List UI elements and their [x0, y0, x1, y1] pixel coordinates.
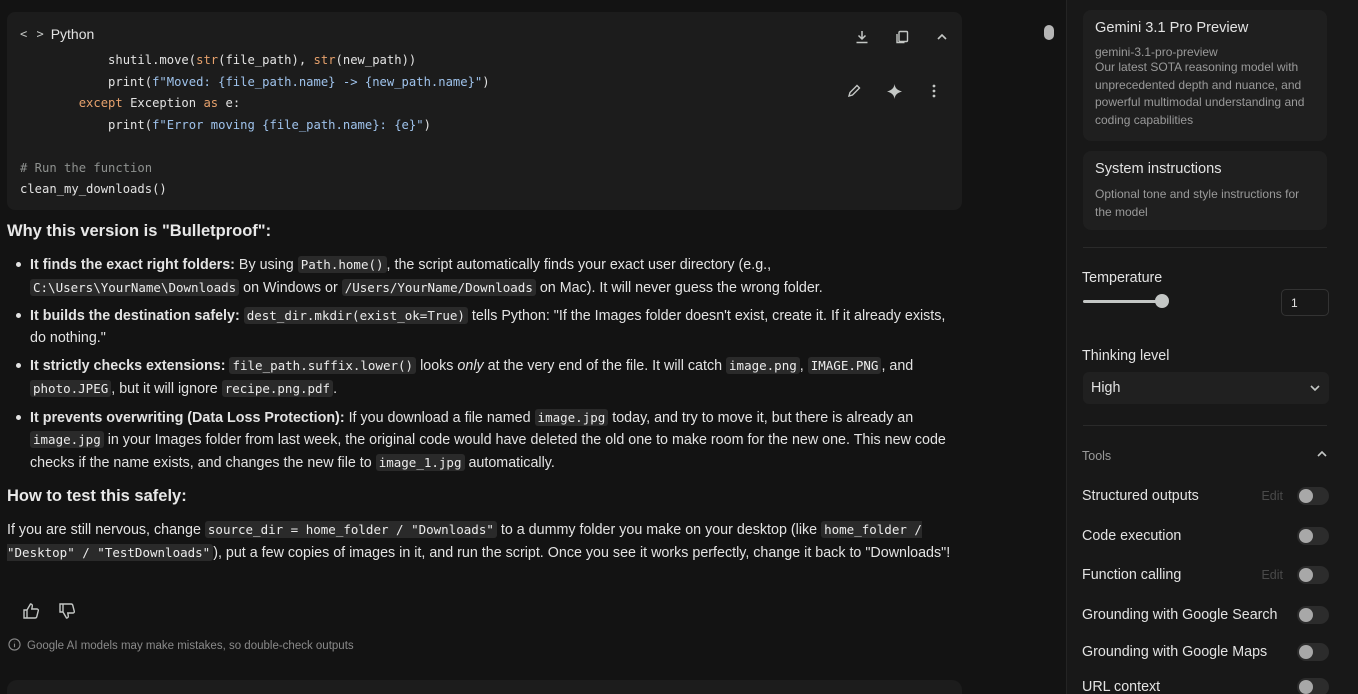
code-block: < > Python shutil.move(str(file_path), s…	[7, 12, 962, 210]
chevron-up-icon[interactable]	[1316, 448, 1328, 463]
chat-area: < > Python shutil.move(str(file_path), s…	[0, 0, 1040, 694]
thumbs-down-icon[interactable]	[56, 600, 78, 622]
edit-button[interactable]: Edit	[1261, 568, 1283, 582]
edit-button[interactable]: Edit	[1261, 489, 1283, 503]
code-tools	[834, 80, 954, 102]
list-item: It builds the destination safely: dest_d…	[7, 305, 962, 349]
structured-outputs-toggle[interactable]	[1297, 487, 1329, 505]
disclaimer: Google AI models may make mistakes, so d…	[8, 638, 354, 654]
tool-label: Grounding with Google Maps	[1082, 644, 1268, 660]
copy-icon[interactable]	[882, 26, 922, 48]
bullet-list: It finds the exact right folders: By usi…	[7, 254, 962, 474]
system-instructions-card[interactable]: System instructions Optional tone and st…	[1083, 151, 1327, 230]
tool-label: Code execution	[1082, 528, 1182, 544]
run-settings-panel: Gemini 3.1 Pro Preview gemini-3.1-pro-pr…	[1066, 0, 1358, 694]
heading-bulletproof: Why this version is "Bulletproof":	[7, 222, 272, 240]
disclaimer-text: Google AI models may make mistakes, so d…	[27, 640, 354, 652]
thinking-level-value: High	[1091, 380, 1121, 396]
thinking-level-label: Thinking level	[1082, 348, 1170, 364]
temperature-slider-thumb[interactable]	[1155, 294, 1169, 308]
tool-label: Structured outputs	[1082, 488, 1199, 504]
tool-url-context: URL context	[1082, 678, 1329, 694]
tools-label: Tools	[1082, 448, 1112, 463]
tool-label: URL context	[1082, 679, 1161, 694]
code-execution-toggle[interactable]	[1297, 527, 1329, 545]
model-answer: Why this version is "Bulletproof": It fi…	[7, 222, 962, 565]
thumbs-up-icon[interactable]	[20, 600, 42, 622]
tool-function-calling: Function calling Edit	[1082, 566, 1329, 584]
list-item: It prevents overwriting (Data Loss Prote…	[7, 407, 962, 475]
download-icon[interactable]	[842, 26, 882, 48]
tool-label: Function calling	[1082, 567, 1182, 583]
chevron-down-icon	[1309, 382, 1321, 394]
tool-code-execution: Code execution	[1082, 527, 1329, 545]
prompt-composer[interactable]	[7, 680, 962, 694]
code-header: < > Python	[20, 26, 94, 42]
tool-grounding-search: Grounding with Google Search	[1082, 606, 1329, 624]
more-vert-icon[interactable]	[914, 80, 954, 102]
list-item: It strictly checks extensions: file_path…	[7, 355, 962, 400]
grounding-search-toggle[interactable]	[1297, 606, 1329, 624]
function-calling-toggle[interactable]	[1297, 566, 1329, 584]
scrollbar-thumb[interactable]	[1044, 25, 1054, 40]
temperature-label: Temperature	[1082, 270, 1163, 286]
divider	[1083, 247, 1327, 248]
model-description: Our latest SOTA reasoning model with unp…	[1095, 60, 1305, 127]
code-content: shutil.move(str(file_path), str(new_path…	[20, 53, 490, 196]
tool-label: Grounding with Google Search	[1082, 607, 1278, 623]
chevron-up-icon[interactable]	[922, 26, 962, 48]
system-instructions-desc: Optional tone and style instructions for…	[1095, 187, 1300, 219]
code-icon: < >	[20, 27, 45, 41]
list-item: It finds the exact right folders: By usi…	[7, 254, 962, 299]
code-actions	[842, 26, 962, 48]
sparkle-icon[interactable]	[874, 80, 914, 102]
tools-header[interactable]: Tools	[1082, 448, 1328, 463]
thinking-level-select[interactable]: High	[1083, 372, 1329, 404]
code-language: Python	[50, 26, 95, 42]
test-paragraph: If you are still nervous, change source_…	[7, 521, 951, 561]
heading-test: How to test this safely:	[7, 487, 187, 506]
temperature-slider[interactable]	[1083, 300, 1161, 303]
info-icon	[8, 638, 21, 654]
edit-icon[interactable]	[834, 80, 874, 102]
feedback-actions	[20, 600, 78, 622]
model-title: Gemini 3.1 Pro Preview	[1095, 20, 1249, 36]
temperature-input[interactable]: 1	[1281, 289, 1329, 316]
url-context-toggle[interactable]	[1297, 678, 1329, 694]
tool-structured-outputs: Structured outputs Edit	[1082, 487, 1329, 505]
model-id: gemini-3.1-pro-preview	[1095, 45, 1218, 59]
tool-grounding-maps: Grounding with Google Maps	[1082, 643, 1329, 661]
divider	[1083, 425, 1327, 426]
grounding-maps-toggle[interactable]	[1297, 643, 1329, 661]
model-selector-card[interactable]: Gemini 3.1 Pro Preview gemini-3.1-pro-pr…	[1083, 10, 1327, 141]
system-instructions-title: System instructions	[1095, 161, 1222, 177]
